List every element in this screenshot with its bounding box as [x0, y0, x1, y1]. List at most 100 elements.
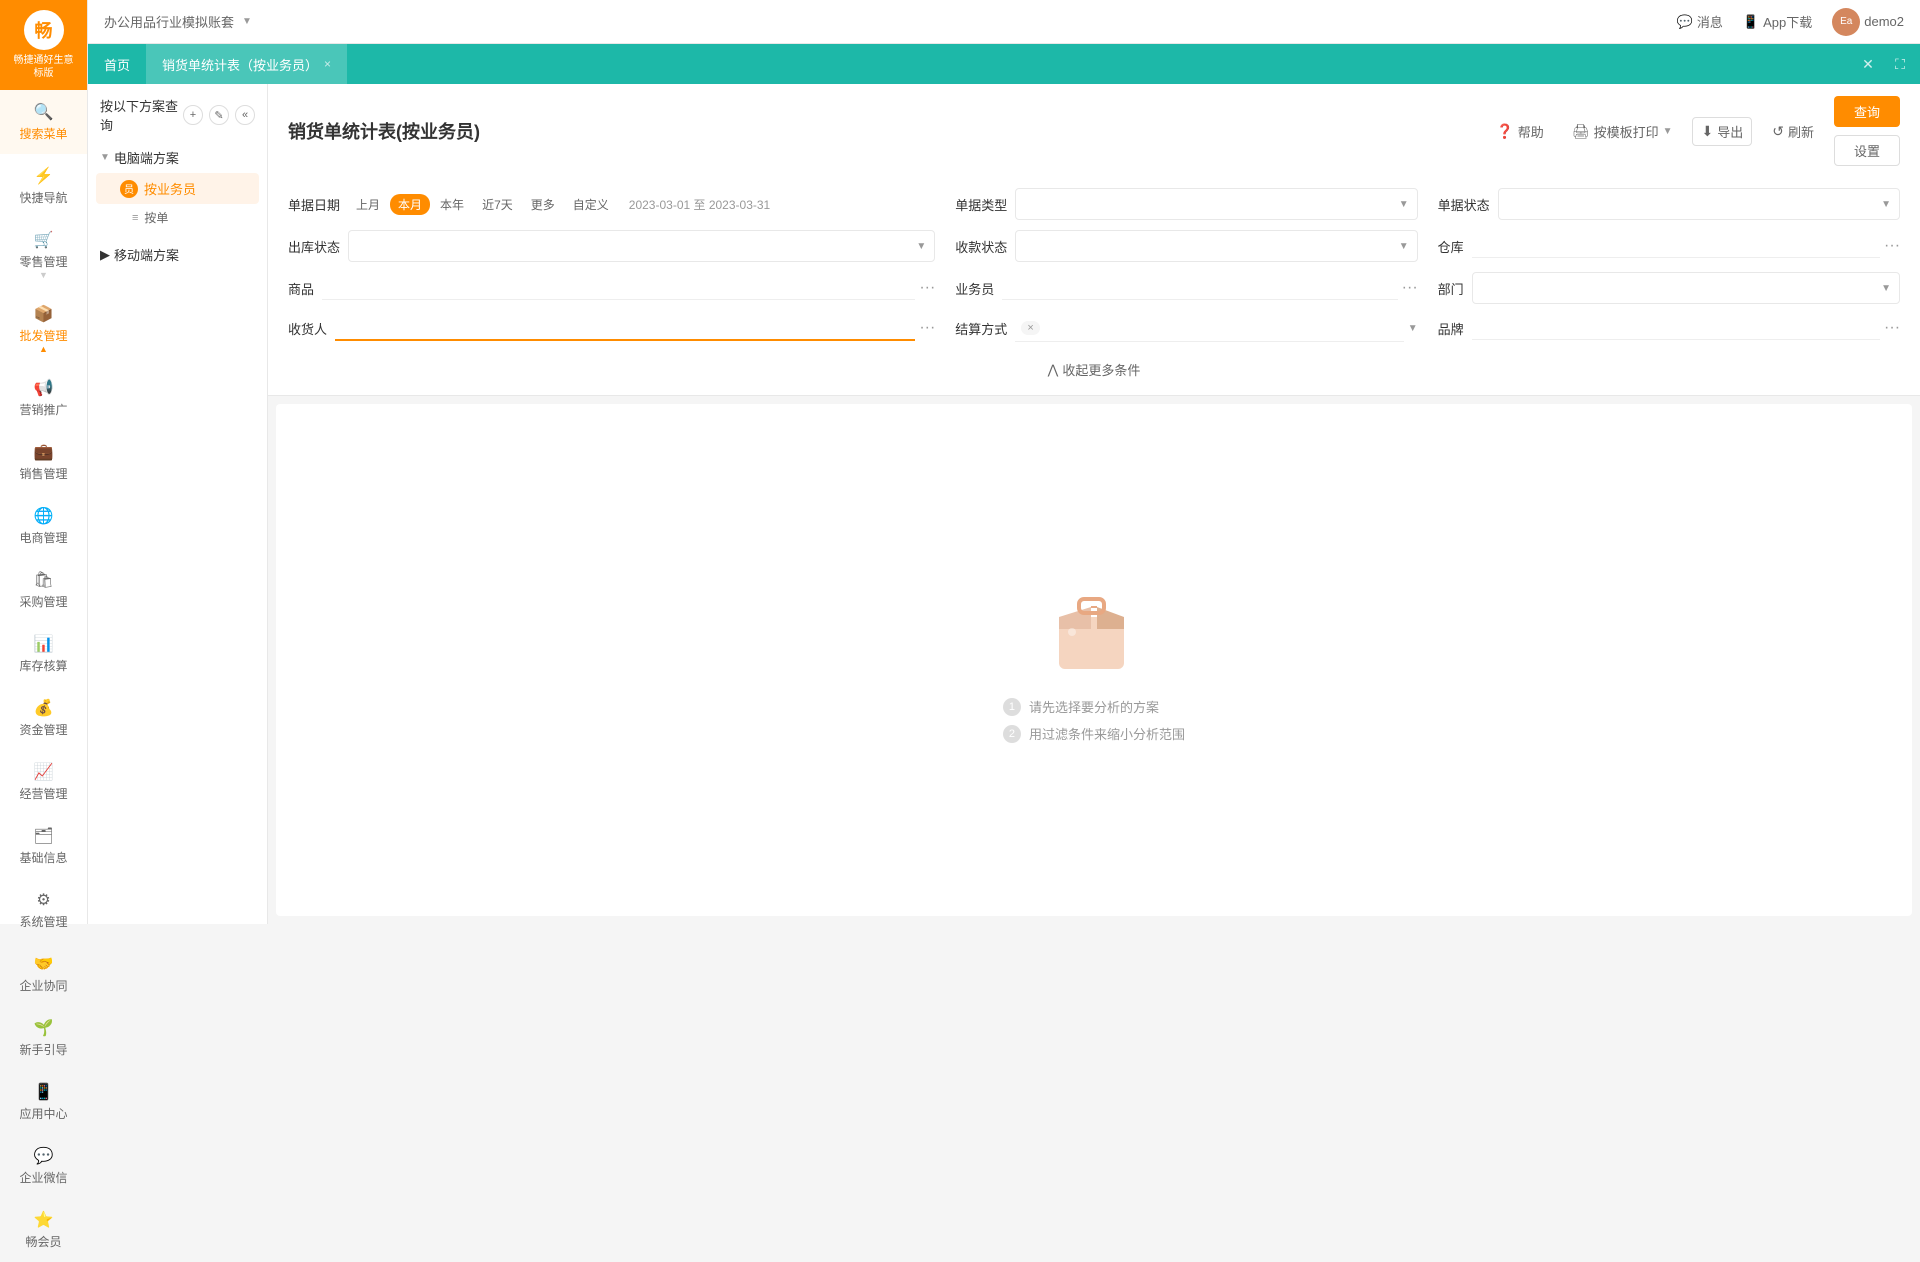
operation-icon: 📈 — [34, 762, 54, 782]
salesperson-dots[interactable]: ··· — [1402, 279, 1418, 297]
byorder-icon: ≡ — [132, 212, 138, 224]
tab-close-window-btn[interactable]: ✕ — [1856, 52, 1880, 76]
sidebar-item-system[interactable]: ⚙ 系统管理 — [0, 878, 87, 942]
salesperson-input[interactable] — [1002, 276, 1397, 300]
tab-close-btn[interactable]: × — [324, 57, 331, 71]
export-label: 导出 — [1717, 122, 1743, 141]
mobile-group-label: 移动端方案 — [114, 245, 179, 264]
tip1-num: 1 — [1003, 698, 1021, 716]
sidebar-item-purchase[interactable]: 🛍 采购管理 — [0, 558, 87, 622]
left-panel: 按以下方案查询 + ✎ « ▼ 电脑端方案 员 按业务员 ≡ 按单 — [88, 84, 268, 924]
user-action[interactable]: Ea demo2 — [1832, 8, 1904, 36]
sidebar-item-operation[interactable]: 📈 经营管理 — [0, 750, 87, 814]
query-button[interactable]: 查询 — [1834, 96, 1900, 127]
stockstatus-select[interactable]: ▼ — [348, 230, 935, 262]
sidebar-item-newbie[interactable]: 🌱 新手引导 — [0, 1006, 87, 1070]
consignee-input[interactable] — [335, 316, 915, 341]
date-tab-custom[interactable]: 自定义 — [565, 194, 617, 215]
stockstatus-label: 出库状态 — [288, 237, 340, 256]
date-tab-lastmonth[interactable]: 上月 — [348, 194, 388, 215]
filter-receiptstatus: 收款状态 ▼ — [955, 230, 1417, 262]
brand-dots[interactable]: ··· — [1884, 319, 1900, 337]
setting-button[interactable]: 设置 — [1834, 135, 1900, 166]
sidebar-item-inventory[interactable]: 📊 库存核算 — [0, 622, 87, 686]
sidebar-item-ecommerce[interactable]: 🌐 电商管理 — [0, 494, 87, 558]
edit-scheme-btn[interactable]: ✎ — [209, 105, 229, 125]
purchase-label: 采购管理 — [19, 593, 67, 610]
message-action[interactable]: 💬 消息 — [1677, 12, 1723, 31]
newbie-icon: 🌱 — [34, 1018, 54, 1038]
sidebar-item-wechat[interactable]: 💬 企业微信 — [0, 1134, 87, 1198]
retail-label: 零售管理 — [19, 253, 67, 270]
scheme-group-desktop-header[interactable]: ▼ 电脑端方案 — [96, 142, 259, 173]
sidebar-item-quicknav[interactable]: ⚡ 快捷导航 — [0, 154, 87, 218]
app-label: App下载 — [1763, 12, 1812, 31]
empty-state: 1 请先选择要分析的方案 2 用过滤条件来缩小分析范围 — [276, 404, 1912, 916]
sidebar-item-enterprise[interactable]: 🤝 企业协同 — [0, 942, 87, 1006]
collapse-panel-btn[interactable]: « — [235, 105, 255, 125]
docstatus-label: 单据状态 — [1438, 195, 1490, 214]
warehouse-dots[interactable]: ··· — [1884, 237, 1900, 255]
scheme-sub-byorder[interactable]: ≡ 按单 — [96, 204, 259, 231]
sidebar-item-appstore[interactable]: 📱 应用中心 — [0, 1070, 87, 1134]
filter-doctype: 单据类型 ▼ — [955, 188, 1417, 220]
date-tab-7days[interactable]: 近7天 — [474, 194, 521, 215]
scheme-group-mobile: ▶ 移动端方案 — [88, 239, 267, 270]
date-tabs: 上月 本月 本年 近7天 更多 自定义 — [348, 194, 617, 215]
refresh-btn[interactable]: ↺ 刷新 — [1764, 118, 1822, 145]
department-arrow: ▼ — [1881, 283, 1891, 294]
product-input[interactable] — [322, 276, 915, 300]
filter-product: 商品 ··· — [288, 276, 935, 300]
filter-date: 单据日期 上月 本月 本年 近7天 更多 自定义 2023-03-01 至 20… — [288, 194, 935, 215]
date-tab-thismonth[interactable]: 本月 — [390, 194, 430, 215]
wholesale-label: 批发管理 — [19, 327, 67, 344]
tab-active[interactable]: 销货单统计表（按业务员） × — [146, 44, 347, 84]
consignee-dots[interactable]: ··· — [919, 319, 935, 337]
tab-home[interactable]: 首页 — [88, 44, 146, 84]
sidebar-item-basic[interactable]: 🗂 基础信息 — [0, 814, 87, 878]
sidebar-item-wholesale[interactable]: 📦 批发管理 ▲ — [0, 292, 87, 366]
filter-row-4: 收货人 ··· 结算方式 × ▼ — [288, 314, 1900, 342]
collapse-bar[interactable]: ⋀ 收起更多条件 — [288, 352, 1900, 383]
print-icon: 🖨 — [1572, 123, 1590, 140]
empty-tip-1: 1 请先选择要分析的方案 — [1003, 697, 1185, 716]
sidebar-item-marketing[interactable]: 📢 营销推广 — [0, 366, 87, 430]
receiptstatus-select[interactable]: ▼ — [1015, 230, 1417, 262]
logo[interactable]: 畅 畅捷通好生意标版 — [0, 0, 87, 90]
tab-maximize-btn[interactable]: ⛶ — [1888, 52, 1912, 76]
date-tab-more[interactable]: 更多 — [523, 194, 563, 215]
right-panel: 销货单统计表(按业务员) ❓ 帮助 🖨 按模板打印 ▼ ⬇ 导出 — [268, 84, 1920, 924]
filter-row-3: 商品 ··· 业务员 ··· 部门 — [288, 272, 1900, 304]
print-btn[interactable]: 🖨 按模板打印 ▼ — [1564, 118, 1681, 145]
left-panel-title: 按以下方案查询 — [100, 96, 183, 134]
sidebar-item-sales[interactable]: 💼 销售管理 — [0, 430, 87, 494]
header-right: 💬 消息 📱 App下载 Ea demo2 — [1677, 8, 1904, 36]
payment-tag-close[interactable]: × — [1027, 322, 1033, 334]
app-download-action[interactable]: 📱 App下载 — [1743, 12, 1812, 31]
sidebar-item-finance[interactable]: 💰 资金管理 — [0, 686, 87, 750]
member-label: 畅会员 — [25, 1233, 61, 1250]
retail-arrow: ▼ — [39, 270, 48, 280]
help-btn[interactable]: ❓ 帮助 — [1488, 118, 1551, 145]
tab-home-label: 首页 — [104, 55, 130, 74]
receiptstatus-arrow: ▼ — [1399, 241, 1409, 252]
filter-stockstatus: 出库状态 ▼ — [288, 230, 935, 262]
sidebar-item-search[interactable]: 🔍 搜索菜单 — [0, 90, 87, 154]
payment-arrow[interactable]: ▼ — [1408, 323, 1418, 334]
enterprise-icon: 🤝 — [34, 954, 54, 974]
date-tab-thisyear[interactable]: 本年 — [432, 194, 472, 215]
department-select[interactable]: ▼ — [1472, 272, 1900, 304]
product-dots[interactable]: ··· — [919, 279, 935, 297]
scheme-group-mobile-header[interactable]: ▶ 移动端方案 — [88, 239, 267, 270]
scheme-item-salesperson[interactable]: 员 按业务员 — [96, 173, 259, 204]
docstatus-select[interactable]: ▼ — [1498, 188, 1900, 220]
quicknav-icon: ⚡ — [34, 166, 54, 186]
brand-input[interactable] — [1472, 316, 1880, 340]
sidebar-item-retail[interactable]: 🛒 零售管理 ▼ — [0, 218, 87, 292]
add-scheme-btn[interactable]: + — [183, 105, 203, 125]
export-btn[interactable]: ⬇ 导出 — [1692, 117, 1752, 146]
sidebar-item-member[interactable]: ⭐ 畅会员 — [0, 1198, 87, 1262]
breadcrumb-arrow[interactable]: ▼ — [242, 16, 252, 27]
warehouse-input[interactable] — [1472, 234, 1880, 258]
doctype-select[interactable]: ▼ — [1015, 188, 1417, 220]
